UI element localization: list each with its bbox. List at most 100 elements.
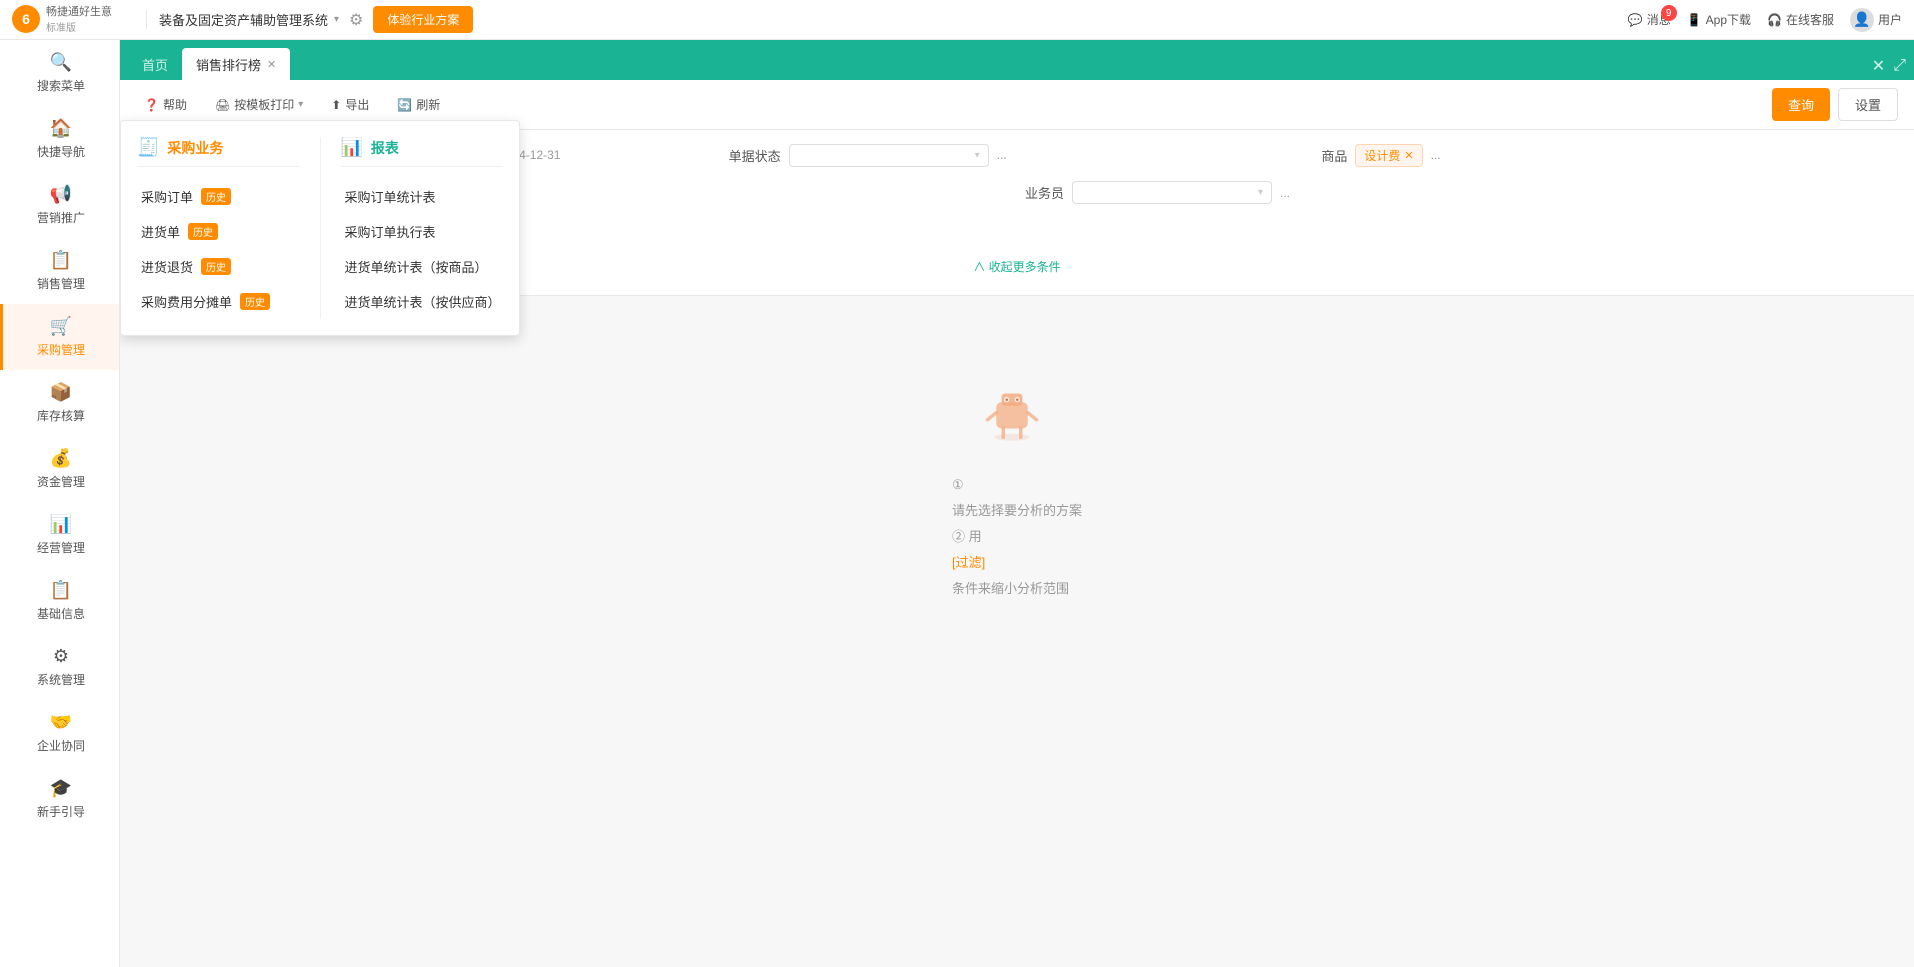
sidebar-item-quick[interactable]: 🏠 快捷导航	[0, 106, 119, 172]
voucher-status-more[interactable]: ...	[997, 148, 1007, 162]
report-col: 📊 报表 采购订单统计表 采购订单执行表 进货单统计表（按商品） 进货单统计表（…	[341, 137, 504, 319]
sales-icon: 📋	[50, 250, 72, 271]
tab-close-all-btn[interactable]: ✕	[1872, 56, 1885, 76]
empty-state: ① 请先选择要分析的方案 ② 用[过滤]条件来缩小分析范围	[120, 296, 1914, 682]
message-btn[interactable]: 💬 消息 9	[1628, 11, 1671, 28]
search-icon: 🔍	[50, 52, 72, 73]
finance-icon: 💰	[50, 448, 72, 469]
logo-name: 畅捷通好生意	[46, 5, 112, 19]
history-badge-purchase-order: 历史	[201, 188, 231, 205]
report-col-title: 📊 报表	[341, 137, 504, 167]
sidebar-item-marketing[interactable]: 📢 营销推广	[0, 172, 119, 238]
sidebar-item-guide[interactable]: 🎓 新手引导	[0, 766, 119, 832]
purchase-col-icon: 🧾	[137, 137, 159, 158]
dropdown-item-expense[interactable]: 采购费用分摊单 历史	[137, 284, 300, 319]
marketing-icon: 📢	[50, 184, 72, 205]
salesperson-select[interactable]: ▾	[1072, 181, 1272, 204]
salesperson-arrow: ▾	[1258, 187, 1263, 198]
collapse-icon: ∧	[973, 260, 985, 274]
phone-icon: 📱	[1687, 13, 1702, 27]
dropdown-item-return[interactable]: 进货退货 历史	[137, 249, 300, 284]
tab-actions: ✕ ⤢	[1872, 56, 1906, 80]
sidebar-item-sales[interactable]: 📋 销售管理	[0, 238, 119, 304]
sidebar-item-search[interactable]: 🔍 搜索菜单	[0, 40, 119, 106]
settings-icon[interactable]: ⚙	[349, 10, 363, 30]
top-header: 6 畅捷通好生意 标准版 装备及固定资产辅助管理系统 ▾ ⚙ 体验行业方案 💬 …	[0, 0, 1914, 40]
dropdown-item-purchase-order-exec[interactable]: 采购订单执行表	[341, 214, 504, 249]
tab-expand-btn[interactable]: ⤢	[1893, 57, 1906, 75]
purchase-business-col: 🧾 采购业务 采购订单 历史 进货单 历史 进货退货 历史 采购费用分摊单	[137, 137, 300, 319]
settings-btn[interactable]: 设置	[1838, 88, 1898, 121]
export-icon: ⬆	[331, 98, 341, 112]
refresh-icon: 🔄	[397, 98, 412, 112]
app-download-btn[interactable]: 📱 App下载	[1687, 11, 1751, 28]
dropdown-item-purchase-order[interactable]: 采购订单 历史	[137, 179, 300, 214]
dropdown-item-purchase-order-stat[interactable]: 采购订单统计表	[341, 179, 504, 214]
message-badge: 9	[1661, 5, 1677, 21]
dropdown-item-incoming[interactable]: 进货单 历史	[137, 214, 300, 249]
help-icon: ❓	[144, 98, 159, 112]
history-badge-incoming: 历史	[188, 223, 218, 240]
filter-goods: 商品 设计费 ✕ ...	[1321, 144, 1898, 167]
history-badge-return: 历史	[201, 258, 231, 275]
sidebar-item-inventory[interactable]: 📦 库存核算	[0, 370, 119, 436]
purchase-col-title: 🧾 采购业务	[137, 137, 300, 167]
goods-more[interactable]: ...	[1431, 148, 1441, 162]
refresh-btn[interactable]: 🔄 刷新	[389, 92, 448, 117]
collab-icon: 🤝	[50, 712, 72, 733]
voucher-status-arrow: ▾	[975, 150, 980, 161]
guide-icon: 🎓	[50, 778, 72, 799]
inventory-icon: 📦	[50, 382, 72, 403]
filter-voucher-status: 单据状态 ▾ ...	[729, 144, 1306, 167]
history-badge-expense: 历史	[240, 293, 270, 310]
home-icon: 🏠	[50, 118, 72, 139]
main-content: 首页 销售排行榜 ✕ ✕ ⤢ ❓ 帮助 🖨 按模板打印 ▾ ⬆ 导出	[120, 40, 1914, 967]
query-btn[interactable]: 查询	[1772, 88, 1830, 121]
tab-sales-rank[interactable]: 销售排行榜 ✕	[182, 48, 290, 80]
logo-edition: 标准版	[46, 19, 112, 34]
filter-salesperson: 业务员 ▾ ...	[1025, 181, 1898, 204]
tab-close-btn[interactable]: ✕	[267, 58, 276, 71]
sidebar-item-basic[interactable]: 📋 基础信息	[0, 568, 119, 634]
goods-tag-remove[interactable]: ✕	[1404, 149, 1413, 162]
online-service-btn[interactable]: 🎧 在线客服	[1767, 11, 1834, 28]
user-avatar: 👤	[1850, 8, 1874, 32]
export-btn[interactable]: ⬆ 导出	[323, 92, 377, 117]
purchase-dropdown-menu: 🧾 采购业务 采购订单 历史 进货单 历史 进货退货 历史 采购费用分摊单	[120, 120, 520, 336]
headset-icon: 🎧	[1767, 13, 1782, 27]
dropdown-divider	[320, 137, 321, 319]
report-col-icon: 📊	[341, 137, 363, 158]
voucher-status-select[interactable]: ▾	[789, 144, 989, 167]
user-btn[interactable]: 👤 用户	[1850, 8, 1902, 32]
print-btn[interactable]: 🖨 按模板打印 ▾	[207, 92, 311, 117]
empty-illustration	[977, 376, 1057, 456]
logo-icon: 6	[12, 5, 40, 33]
empty-hint: ① 请先选择要分析的方案 ② 用[过滤]条件来缩小分析范围	[952, 472, 1082, 602]
sidebar-item-purchase[interactable]: 🛒 采购管理	[0, 304, 119, 370]
header-right: 💬 消息 9 📱 App下载 🎧 在线客服 👤 用户	[1628, 8, 1902, 32]
sidebar-item-operation[interactable]: 📊 经营管理	[0, 502, 119, 568]
dropdown-item-incoming-stat-goods[interactable]: 进货单统计表（按商品）	[341, 249, 504, 284]
purchase-icon: 🛒	[50, 316, 72, 337]
tab-home[interactable]: 首页	[128, 48, 182, 80]
logo-area: 6 畅捷通好生意 标准版	[12, 5, 132, 34]
dropdown-item-incoming-stat-supplier[interactable]: 进货单统计表（按供应商）	[341, 284, 504, 319]
system-dropdown-arrow[interactable]: ▾	[334, 14, 339, 25]
system-icon: ⚙	[53, 646, 69, 667]
salesperson-more[interactable]: ...	[1280, 186, 1290, 200]
basic-icon: 📋	[50, 580, 72, 601]
goods-tag: 设计费 ✕	[1355, 144, 1422, 167]
system-name: 装备及固定资产辅助管理系统 ▾	[146, 10, 339, 29]
content-area: ❓ 帮助 🖨 按模板打印 ▾ ⬆ 导出 🔄 刷新 查询 设置	[120, 80, 1914, 967]
industry-btn[interactable]: 体验行业方案	[373, 6, 473, 33]
help-btn[interactable]: ❓ 帮助	[136, 92, 195, 117]
print-dropdown-arrow[interactable]: ▾	[298, 99, 303, 110]
sidebar-item-collab[interactable]: 🤝 企业协同	[0, 700, 119, 766]
sidebar-item-finance[interactable]: 💰 资金管理	[0, 436, 119, 502]
tab-bar: 首页 销售排行榜 ✕ ✕ ⤢	[120, 40, 1914, 80]
print-icon: 🖨	[215, 98, 230, 112]
sidebar: 🔍 搜索菜单 🏠 快捷导航 📢 营销推广 📋 销售管理 🛒 采购管理 📦 库存核…	[0, 40, 120, 967]
operation-icon: 📊	[50, 514, 72, 535]
message-icon: 💬	[1628, 13, 1643, 27]
sidebar-item-system[interactable]: ⚙ 系统管理	[0, 634, 119, 700]
